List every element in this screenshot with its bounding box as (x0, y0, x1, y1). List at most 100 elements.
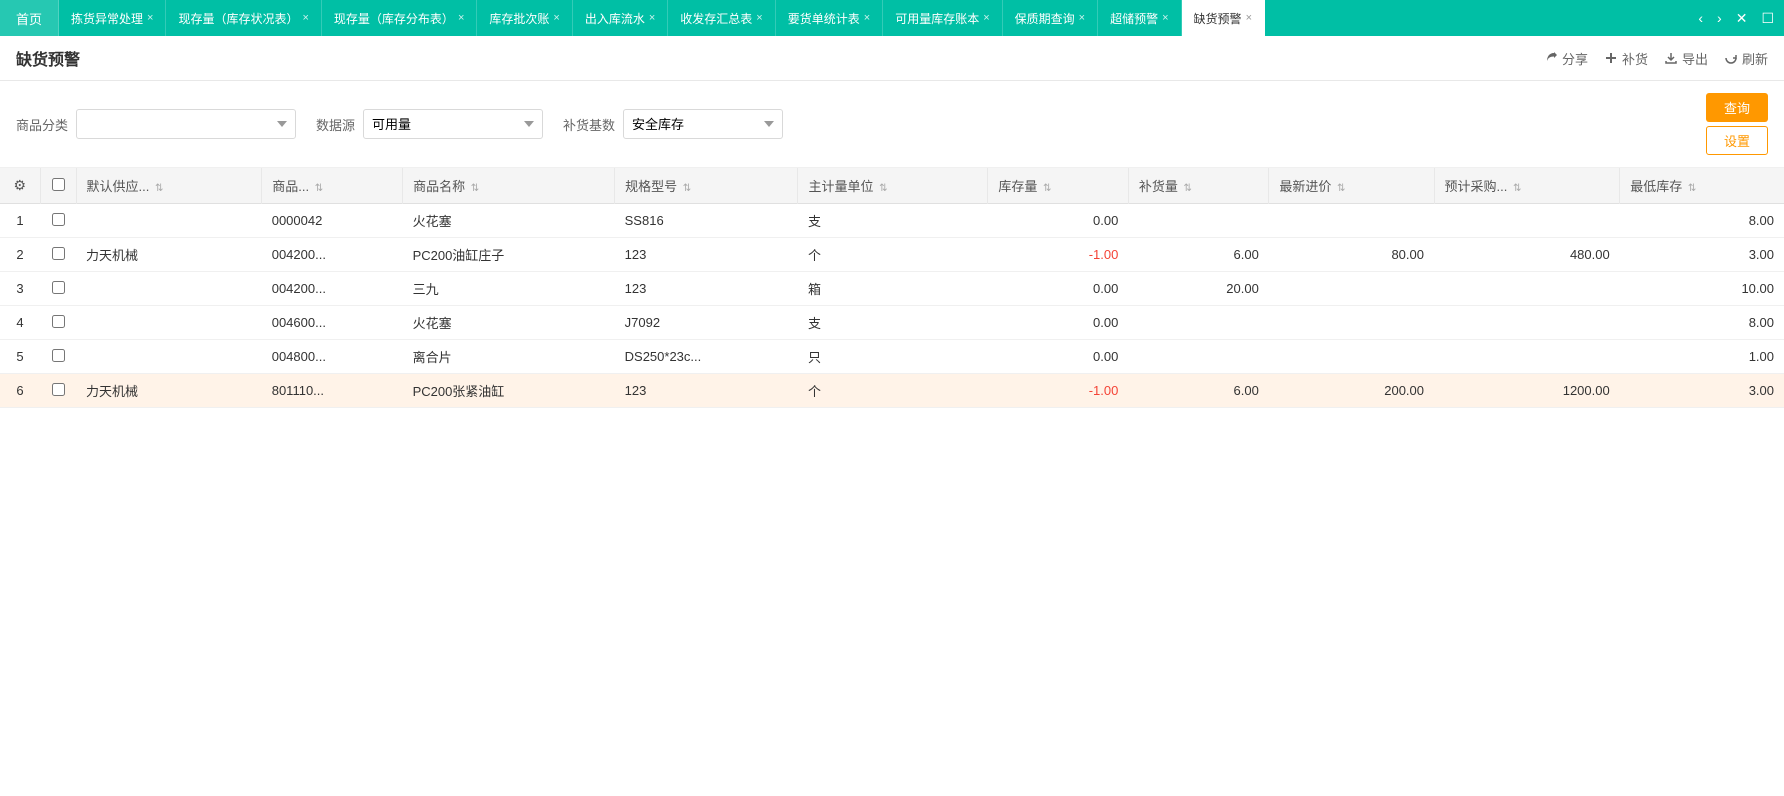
row-num-3: 4 (0, 306, 40, 340)
share-button[interactable]: 分享 (1544, 49, 1588, 68)
th-supplier-sort-icon: ⇅ (155, 183, 163, 194)
datasource-select-visible[interactable]: 可用量 (363, 109, 543, 139)
row-check-3[interactable] (40, 306, 76, 340)
th-min-stock[interactable]: 最低库存 ⇅ (1620, 168, 1784, 204)
nav-tab-home[interactable]: 首页 (0, 0, 59, 36)
nav-tab-close-2[interactable]: × (302, 12, 308, 24)
row-num-4: 5 (0, 340, 40, 374)
row-est-purchase-0 (1434, 204, 1620, 238)
category-select[interactable] (76, 109, 296, 139)
row-check-0[interactable] (40, 204, 76, 238)
row-num-5: 6 (0, 374, 40, 408)
row-check-1[interactable] (40, 238, 76, 272)
replenish-button[interactable]: 补货 (1604, 49, 1648, 68)
th-min-stock-label: 最低库存 (1630, 179, 1682, 194)
nav-tab-label-11: 缺货预警 (1194, 10, 1242, 27)
table-row: 5 004800... 离合片 DS250*23c... 只 0.00 1.00 (0, 340, 1784, 374)
row-replenish-2: 20.00 (1128, 272, 1269, 306)
row-unit-1: 个 (798, 238, 988, 272)
th-latest-price[interactable]: 最新进价 ⇅ (1269, 168, 1434, 204)
export-button[interactable]: 导出 (1664, 49, 1708, 68)
export-label: 导出 (1682, 49, 1708, 68)
nav-tab-4[interactable]: 库存批次账 × (477, 0, 572, 36)
nav-tab-1[interactable]: 拣货异常处理 × (59, 0, 166, 36)
nav-next-button[interactable]: › (1711, 6, 1728, 30)
row-checkbox-2[interactable] (52, 281, 65, 294)
row-stock-4: 0.00 (988, 340, 1129, 374)
th-check (40, 168, 76, 204)
nav-tab-close-7[interactable]: × (864, 12, 870, 24)
nav-tab-6[interactable]: 收发存汇总表 × (668, 0, 775, 36)
nav-tab-label-5: 出入库流水 (585, 10, 645, 27)
settings-button[interactable]: 设置 (1706, 126, 1768, 155)
row-latest-price-5: 200.00 (1269, 374, 1434, 408)
nav-tab-8[interactable]: 可用量库存账本 × (883, 0, 1002, 36)
row-check-2[interactable] (40, 272, 76, 306)
row-check-4[interactable] (40, 340, 76, 374)
table-body: 1 0000042 火花塞 SS816 支 0.00 8.00 2 力天机械 0… (0, 204, 1784, 408)
refresh-icon (1724, 51, 1738, 65)
row-latest-price-4 (1269, 340, 1434, 374)
th-spec[interactable]: 规格型号 ⇅ (615, 168, 798, 204)
row-replenish-3 (1128, 306, 1269, 340)
nav-tab-close-5[interactable]: × (649, 12, 655, 24)
nav-tab-11[interactable]: 缺货预警 × (1182, 0, 1265, 36)
select-all-checkbox[interactable] (52, 178, 65, 191)
th-name-sort-icon: ⇅ (471, 183, 479, 194)
row-checkbox-5[interactable] (52, 383, 65, 396)
nav-tab-close-3[interactable]: × (458, 12, 464, 24)
row-checkbox-3[interactable] (52, 315, 65, 328)
th-replenish[interactable]: 补货量 ⇅ (1128, 168, 1269, 204)
row-code-1: 004200... (262, 238, 403, 272)
th-supplier[interactable]: 默认供应... ⇅ (76, 168, 262, 204)
nav-tab-7[interactable]: 要货单统计表 × (776, 0, 883, 36)
row-spec-3: J7092 (615, 306, 798, 340)
nav-tab-close-6[interactable]: × (756, 12, 762, 24)
nav-max-button[interactable]: ☐ (1755, 6, 1780, 31)
th-min-stock-sort-icon: ⇅ (1688, 183, 1696, 194)
query-button[interactable]: 查询 (1706, 93, 1768, 122)
th-est-purchase[interactable]: 预计采购... ⇅ (1434, 168, 1620, 204)
nav-tab-3[interactable]: 现存量（库存分布表） × (322, 0, 477, 36)
replenish-icon (1604, 51, 1618, 65)
nav-prev-button[interactable]: ‹ (1692, 6, 1709, 30)
nav-tab-close-9[interactable]: × (1079, 12, 1085, 24)
page-content: 缺货预警 分享 补货 导出 刷新 商品分类 (0, 36, 1784, 796)
gear-settings-icon[interactable]: ⚙ (13, 177, 26, 193)
row-unit-2: 箱 (798, 272, 988, 306)
row-code-0: 0000042 (262, 204, 403, 238)
row-code-2: 004200... (262, 272, 403, 306)
nav-tab-close-8[interactable]: × (983, 12, 989, 24)
th-code-label: 商品... (272, 179, 309, 194)
nav-tab-close-10[interactable]: × (1162, 12, 1168, 24)
th-replenish-label: 补货量 (1139, 179, 1178, 194)
row-check-5[interactable] (40, 374, 76, 408)
th-replenish-sort-icon: ⇅ (1183, 183, 1191, 194)
refresh-button[interactable]: 刷新 (1724, 49, 1768, 68)
th-stock[interactable]: 库存量 ⇅ (988, 168, 1129, 204)
nav-close-button[interactable]: ✕ (1730, 6, 1754, 31)
row-stock-3: 0.00 (988, 306, 1129, 340)
th-name[interactable]: 商品名称 ⇅ (403, 168, 615, 204)
row-latest-price-1: 80.00 (1269, 238, 1434, 272)
nav-tab-9[interactable]: 保质期查询 × (1003, 0, 1098, 36)
row-checkbox-4[interactable] (52, 349, 65, 362)
row-checkbox-0[interactable] (52, 213, 65, 226)
th-code[interactable]: 商品... ⇅ (262, 168, 403, 204)
replenish-base-select-visible[interactable]: 安全库存 (623, 109, 783, 139)
th-est-purchase-label: 预计采购... (1445, 179, 1508, 194)
nav-tab-2[interactable]: 现存量（库存状况表） × (166, 0, 321, 36)
th-unit[interactable]: 主计量单位 ⇅ (798, 168, 988, 204)
nav-tab-5[interactable]: 出入库流水 × (573, 0, 668, 36)
nav-tab-10[interactable]: 超储预警 × (1098, 0, 1181, 36)
th-spec-sort-icon: ⇅ (683, 183, 691, 194)
row-latest-price-3 (1269, 306, 1434, 340)
row-name-3: 火花塞 (403, 306, 615, 340)
row-spec-5: 123 (615, 374, 798, 408)
row-checkbox-1[interactable] (52, 247, 65, 260)
row-stock-2: 0.00 (988, 272, 1129, 306)
row-stock-1: -1.00 (988, 238, 1129, 272)
nav-tab-close-1[interactable]: × (147, 12, 153, 24)
nav-tab-close-4[interactable]: × (553, 12, 559, 24)
nav-tab-close-11[interactable]: × (1246, 12, 1252, 24)
